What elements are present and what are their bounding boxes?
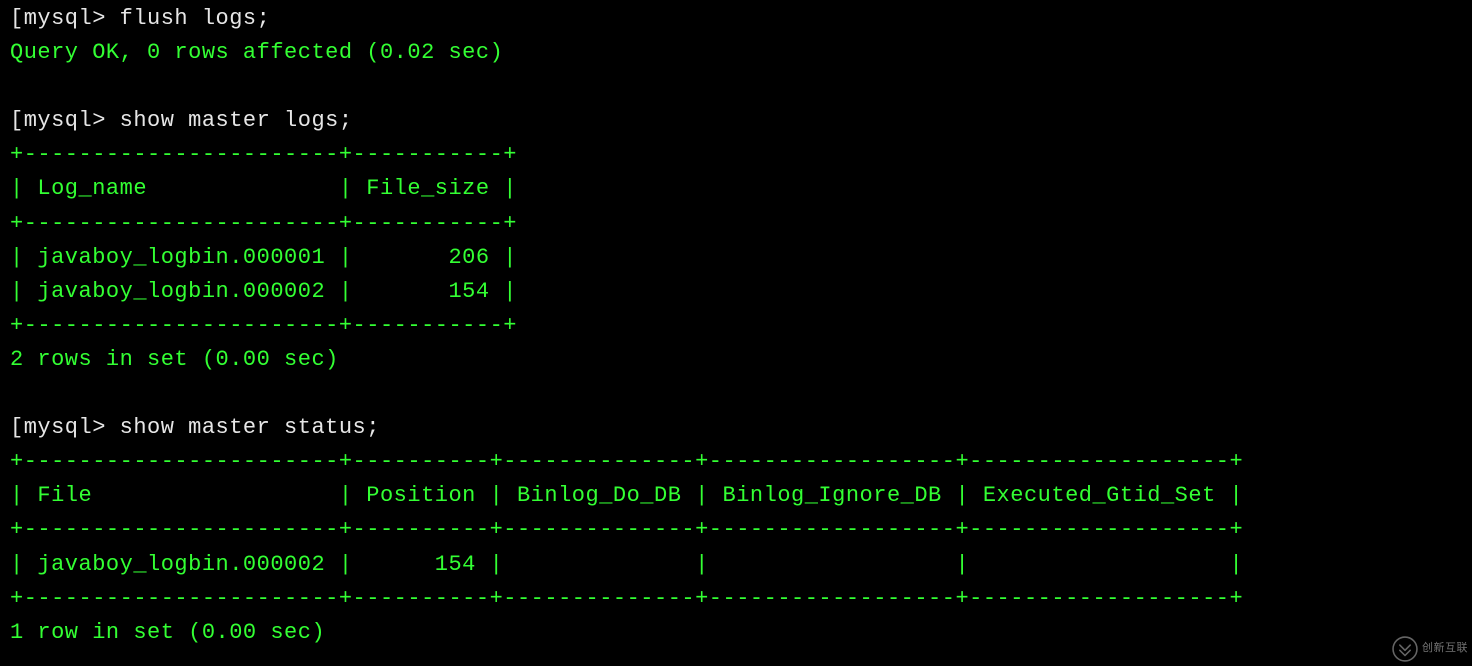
- terminal-line: +-----------------------+-----------+: [10, 138, 1462, 172]
- terminal-line: | javaboy_logbin.000002 | 154 | | | |: [10, 548, 1462, 582]
- terminal-line: +-----------------------+-----------+: [10, 207, 1462, 241]
- terminal-line: +-----------------------+----------+----…: [10, 582, 1462, 616]
- terminal-line: +-----------------------+----------+----…: [10, 513, 1462, 547]
- terminal-output: [mysql> flush logs;Query OK, 0 rows affe…: [0, 0, 1472, 652]
- terminal-line: 1 row in set (0.00 sec): [10, 616, 1462, 650]
- terminal-line: [mysql> show master status;: [10, 411, 1462, 445]
- watermark: 创新互联: [1392, 636, 1468, 662]
- terminal-line: | File | Position | Binlog_Do_DB | Binlo…: [10, 479, 1462, 513]
- watermark-text: 创新互联: [1422, 640, 1468, 657]
- terminal-line: [10, 377, 1462, 411]
- terminal-line: +-----------------------+-----------+: [10, 309, 1462, 343]
- terminal-line: Query OK, 0 rows affected (0.02 sec): [10, 36, 1462, 70]
- terminal-line: | javaboy_logbin.000002 | 154 |: [10, 275, 1462, 309]
- terminal-line: [mysql> flush logs;: [10, 2, 1462, 36]
- terminal-line: | javaboy_logbin.000001 | 206 |: [10, 241, 1462, 275]
- watermark-logo-icon: [1392, 636, 1418, 662]
- terminal-line: +-----------------------+----------+----…: [10, 445, 1462, 479]
- terminal-line: [10, 70, 1462, 104]
- terminal-line: | Log_name | File_size |: [10, 172, 1462, 206]
- terminal-line: [mysql> show master logs;: [10, 104, 1462, 138]
- terminal-line: 2 rows in set (0.00 sec): [10, 343, 1462, 377]
